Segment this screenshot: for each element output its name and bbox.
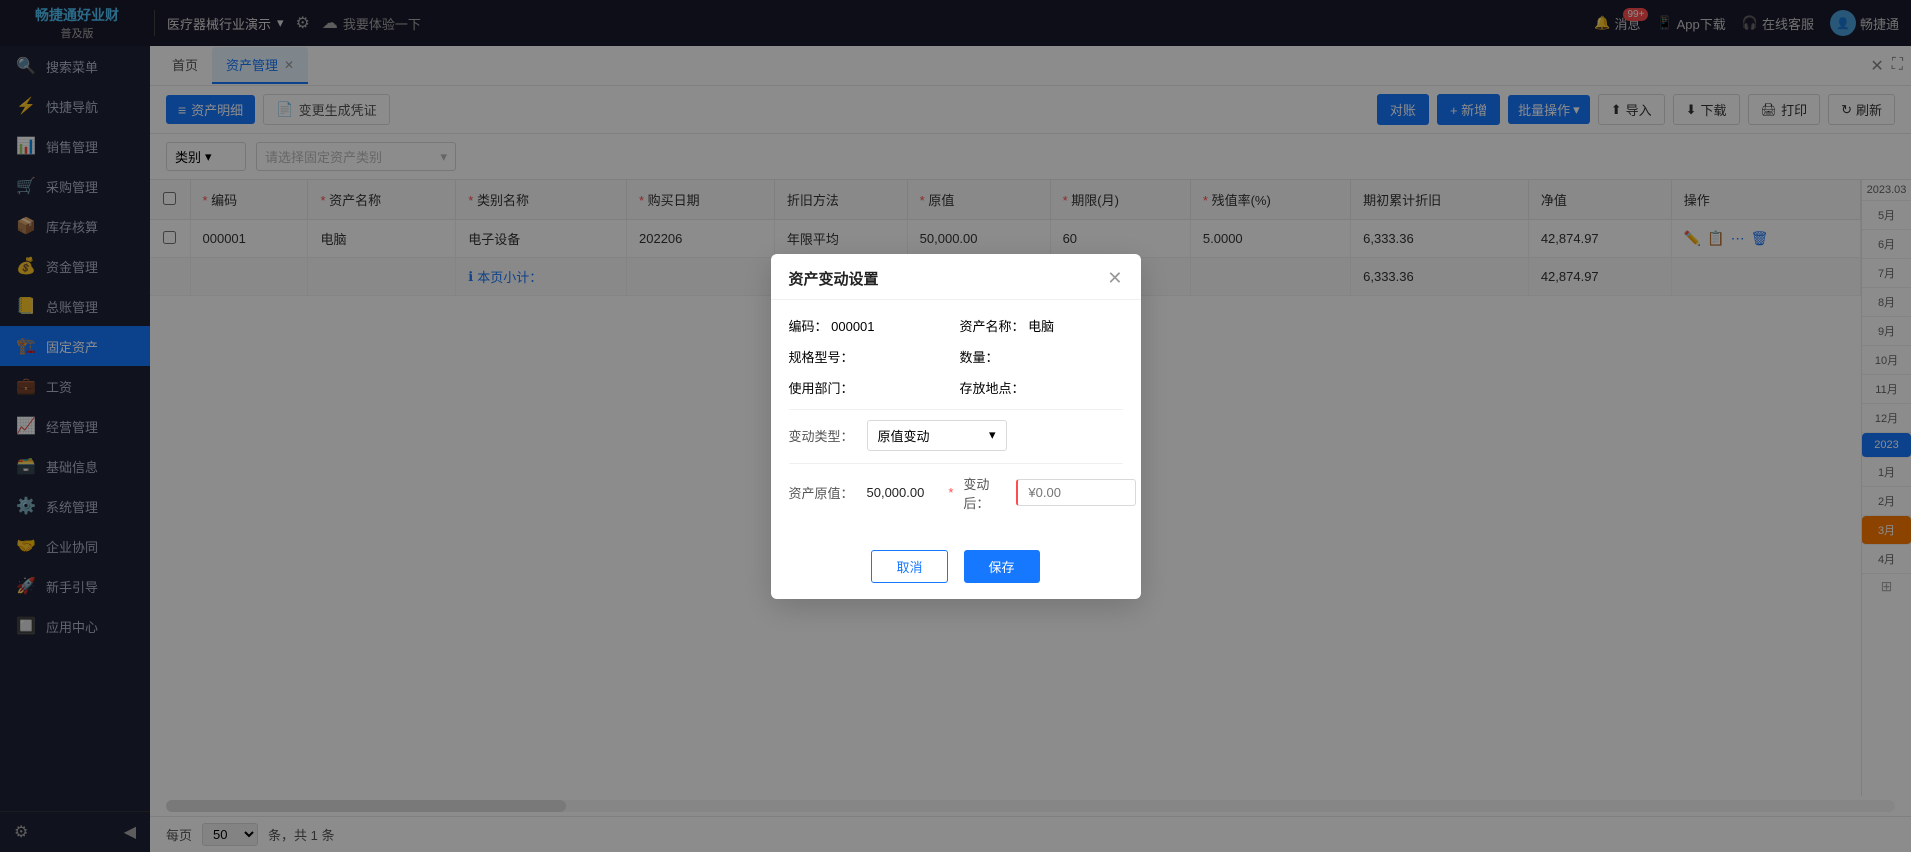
name-label-text: 资产名称： [960,319,1025,334]
location-field: 存放地点： [960,378,1123,397]
modal-divider [789,409,1123,410]
code-label: 编码： 000001 [789,316,952,335]
spec-label: 规格型号： [789,347,952,366]
chevron-down-icon: ▾ [989,427,996,443]
value-row: 资产原值： 50,000.00 * 变动后： [789,474,1123,512]
modal-close-button[interactable]: ✕ [1107,268,1122,289]
quantity-label: 数量： [960,347,1123,366]
name-field: 资产名称： 电脑 [960,316,1123,335]
asset-change-modal: 资产变动设置 ✕ 编码： 000001 资产名称： 电脑 [771,254,1141,599]
modal-body: 编码： 000001 资产名称： 电脑 规格型号： 数量： [771,300,1141,540]
modal-overlay: 资产变动设置 ✕ 编码： 000001 资产名称： 电脑 [0,0,1911,852]
original-value-label: 资产原值： [789,483,859,502]
dept-label: 使用部门： [789,378,952,397]
modal-divider-2 [789,463,1123,464]
modal-footer: 取消 保存 [771,540,1141,599]
location-label: 存放地点： [960,378,1123,397]
after-change-label: 变动后： [963,474,1008,512]
code-label-text: 编码： [789,319,828,334]
code-value: 000001 [831,319,874,334]
code-field: 编码： 000001 [789,316,952,335]
modal-title: 资产变动设置 [789,268,879,289]
spec-field: 规格型号： [789,347,952,366]
name-label: 资产名称： 电脑 [960,316,1123,335]
quantity-field: 数量： [960,347,1123,366]
modal-info-row-3: 使用部门： 存放地点： [789,378,1123,397]
dept-field: 使用部门： [789,378,952,397]
required-star: * [948,485,953,500]
change-type-label: 变动类型： [789,426,859,445]
modal-info-row-2: 规格型号： 数量： [789,347,1123,366]
after-change-input[interactable] [1016,479,1136,506]
name-value: 电脑 [1028,319,1054,334]
modal-header: 资产变动设置 ✕ [771,254,1141,300]
cancel-button[interactable]: 取消 [871,550,947,583]
save-button[interactable]: 保存 [964,550,1040,583]
change-type-select[interactable]: 原值变动 ▾ [867,420,1007,451]
modal-info-row-1: 编码： 000001 资产名称： 电脑 [789,316,1123,335]
change-type-row: 变动类型： 原值变动 ▾ [789,420,1123,451]
change-type-value: 原值变动 [878,426,930,445]
original-value-display: 50,000.00 [867,485,925,500]
